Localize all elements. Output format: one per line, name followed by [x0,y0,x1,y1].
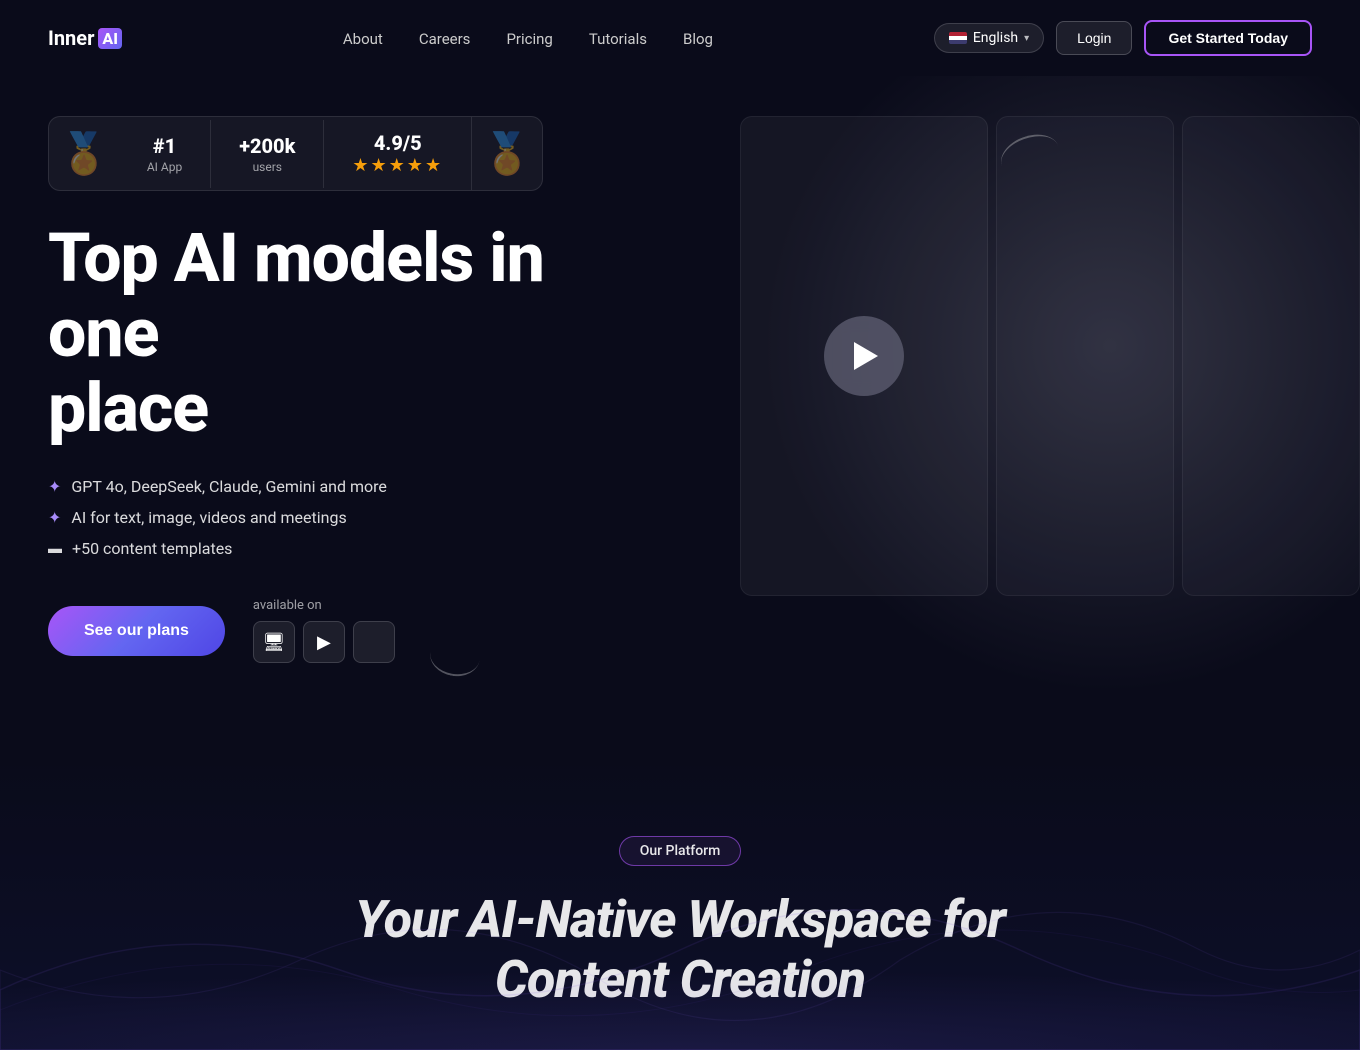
ios-platform-button[interactable] [353,621,395,663]
nav-tutorials[interactable]: Tutorials [589,30,647,48]
available-on: available on 🖥 ▶ [253,598,395,663]
award-users-label: users [253,160,282,174]
awards-banner: 🏅 #1 AI App +200k users 4.9/5 ★★★★★ 🏅 [48,116,543,191]
play-button-container [824,316,904,396]
laurel-left-icon: 🏅 [49,120,119,187]
logo-ai: AI [98,28,122,49]
feature-text-3: +50 content templates [72,539,232,558]
main-video-panel [740,116,988,596]
logo[interactable]: Inner AI [48,26,122,50]
language-selector[interactable]: English ▾ [934,23,1044,53]
navbar: Inner AI About Careers Pricing Tutorials… [0,0,1360,76]
feature-text-1: GPT 4o, DeepSeek, Claude, Gemini and mor… [71,477,386,496]
feature-text-2: AI for text, image, videos and meetings [71,508,346,527]
nav-careers[interactable]: Careers [419,30,471,48]
hero-headline: Top AI models in one place [48,221,668,445]
sparkle-icon-1: ✦ [48,477,61,496]
play-button[interactable] [824,316,904,396]
hero-headline-line2: place [48,368,208,448]
deco-curve-bottom [427,632,483,680]
award-rating-number: 4.9/5 [374,131,422,155]
platform-icons: 🖥 ▶ [253,621,395,663]
award-users: +200k users [211,120,324,188]
logo-inner: Inner [48,26,94,50]
award-rank: #1 AI App [119,120,211,188]
template-icon: ▬ [48,540,62,557]
award-rank-label: AI App [147,160,182,174]
nav-right: English ▾ Login Get Started Today [934,20,1312,56]
login-button[interactable]: Login [1056,21,1132,55]
our-platform-section: Our Platform Your AI-Native Workspace fo… [0,756,1360,1050]
play-triangle-icon [854,342,878,370]
nav-about[interactable]: About [343,30,383,48]
play-store-icon: ▶ [317,632,331,653]
award-rating: 4.9/5 ★★★★★ [324,117,472,190]
section-headline: Your AI-Native Workspace for Content Cre… [280,890,1080,1010]
our-platform-badge[interactable]: Our Platform [619,836,742,866]
award-stars: ★★★★★ [352,155,443,176]
android-platform-button[interactable]: ▶ [303,621,345,663]
cta-row: See our plans available on 🖥 ▶ [48,598,1312,663]
web-platform-button[interactable]: 🖥 [253,621,295,663]
award-rank-number: #1 [153,134,176,158]
laurel-right-icon: 🏅 [472,120,542,187]
chevron-down-icon: ▾ [1024,33,1029,44]
side-video-panel-1 [996,116,1174,596]
see-plans-button[interactable]: See our plans [48,606,225,656]
nav-pricing[interactable]: Pricing [506,30,552,48]
side-video-panel-2 [1182,116,1360,596]
available-on-label: available on [253,598,395,613]
sparkle-icon-2: ✦ [48,508,61,527]
web-icon: 🖥 [262,632,285,653]
nav-links: About Careers Pricing Tutorials Blog [343,29,713,48]
hero-headline-line1: Top AI models in one [48,218,544,373]
get-started-button[interactable]: Get Started Today [1144,20,1312,56]
video-area [740,76,1360,596]
award-users-number: +200k [239,134,295,158]
language-label: English [973,30,1018,46]
nav-blog[interactable]: Blog [683,30,713,48]
hero-section: 🏅 #1 AI App +200k users 4.9/5 ★★★★★ 🏅 To… [0,76,1360,756]
flag-icon [949,32,967,44]
